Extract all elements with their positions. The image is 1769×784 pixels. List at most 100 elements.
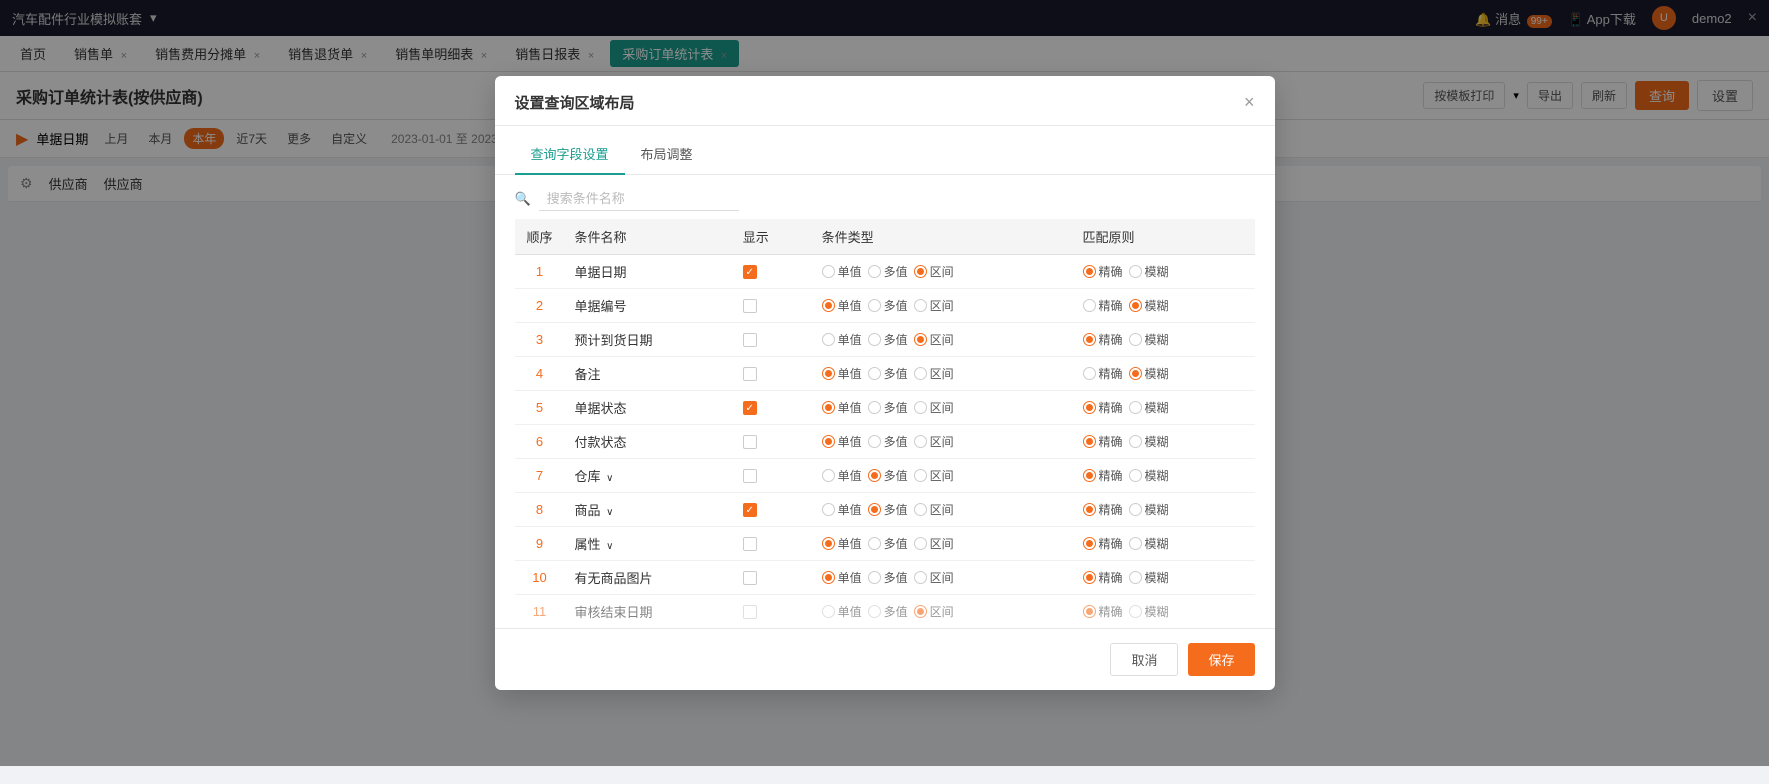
type-single-radio[interactable]: 单值: [822, 501, 862, 518]
type-multi-radio[interactable]: 多值: [868, 399, 908, 416]
row-display[interactable]: [733, 323, 812, 357]
type-single-radio[interactable]: 单值: [822, 331, 862, 348]
match-exact-radio[interactable]: 精确: [1083, 433, 1123, 450]
match-fuzzy-radio[interactable]: 模糊: [1129, 535, 1169, 552]
type-single-radio[interactable]: 单值: [822, 297, 862, 314]
row-display[interactable]: ✓: [733, 391, 812, 425]
match-exact-radio[interactable]: 精确: [1083, 331, 1123, 348]
match-exact-radio[interactable]: 精确: [1083, 467, 1123, 484]
type-range-radio[interactable]: 区间: [914, 535, 954, 552]
type-multi-radio[interactable]: 多值: [868, 331, 908, 348]
match-exact-radio[interactable]: 精确: [1083, 603, 1123, 620]
display-checkbox[interactable]: [743, 435, 757, 449]
match-fuzzy-radio[interactable]: 模糊: [1129, 331, 1169, 348]
match-exact-radio[interactable]: 精确: [1083, 365, 1123, 382]
match-exact-radio[interactable]: 精确: [1083, 263, 1123, 280]
radio-exact-dot: [1083, 299, 1096, 312]
type-range-radio[interactable]: 区间: [914, 433, 954, 450]
display-checkbox[interactable]: [743, 367, 757, 381]
match-fuzzy-radio[interactable]: 模糊: [1129, 569, 1169, 586]
radio-multi-dot: [868, 333, 881, 346]
match-exact-radio[interactable]: 精确: [1083, 297, 1123, 314]
row-display[interactable]: ✓: [733, 255, 812, 289]
radio-multi-dot: [868, 605, 881, 618]
type-single-radio[interactable]: 单值: [822, 603, 862, 620]
type-range-radio[interactable]: 区间: [914, 399, 954, 416]
row-type: 单值 多值 区间: [812, 255, 1073, 289]
row-display[interactable]: ✓: [733, 493, 812, 527]
type-range-radio[interactable]: 区间: [914, 603, 954, 620]
type-multi-radio[interactable]: 多值: [868, 603, 908, 620]
save-button[interactable]: 保存: [1188, 643, 1254, 676]
match-fuzzy-radio[interactable]: 模糊: [1129, 365, 1169, 382]
row-order: 10: [515, 561, 565, 595]
match-exact-radio[interactable]: 精确: [1083, 535, 1123, 552]
display-checkbox[interactable]: [743, 537, 757, 551]
radio-exact-dot: [1083, 605, 1096, 618]
row-display[interactable]: [733, 527, 812, 561]
search-input[interactable]: [539, 187, 739, 211]
dialog-close-btn[interactable]: ×: [1244, 92, 1255, 113]
row-order: 7: [515, 459, 565, 493]
display-checkbox[interactable]: ✓: [743, 503, 757, 517]
type-range-radio[interactable]: 区间: [914, 331, 954, 348]
type-multi-radio[interactable]: 多值: [868, 467, 908, 484]
type-single-radio[interactable]: 单值: [822, 365, 862, 382]
type-range-radio[interactable]: 区间: [914, 365, 954, 382]
match-fuzzy-radio[interactable]: 模糊: [1129, 501, 1169, 518]
match-fuzzy-radio[interactable]: 模糊: [1129, 297, 1169, 314]
row-display[interactable]: [733, 357, 812, 391]
type-range-radio[interactable]: 区间: [914, 501, 954, 518]
type-range-radio[interactable]: 区间: [914, 467, 954, 484]
type-multi-radio[interactable]: 多值: [868, 501, 908, 518]
dialog-tab-layout[interactable]: 布局调整: [625, 138, 709, 175]
type-range-radio[interactable]: 区间: [914, 263, 954, 280]
match-exact-radio[interactable]: 精确: [1083, 399, 1123, 416]
type-multi-radio[interactable]: 多值: [868, 433, 908, 450]
type-single-radio[interactable]: 单值: [822, 263, 862, 280]
row-name: 属性 ∨: [565, 527, 733, 561]
radio-single-dot: [822, 469, 835, 482]
type-single-radio[interactable]: 单值: [822, 433, 862, 450]
type-multi-radio[interactable]: 多值: [868, 263, 908, 280]
match-fuzzy-radio[interactable]: 模糊: [1129, 263, 1169, 280]
row-name: 有无商品图片: [565, 561, 733, 595]
type-single-radio[interactable]: 单值: [822, 467, 862, 484]
display-checkbox[interactable]: [743, 299, 757, 313]
type-range-radio[interactable]: 区间: [914, 297, 954, 314]
row-display[interactable]: [733, 289, 812, 323]
display-checkbox[interactable]: ✓: [743, 401, 757, 415]
type-single-radio[interactable]: 单值: [822, 399, 862, 416]
type-range-radio[interactable]: 区间: [914, 569, 954, 586]
match-fuzzy-radio[interactable]: 模糊: [1129, 399, 1169, 416]
type-multi-radio[interactable]: 多值: [868, 535, 908, 552]
match-fuzzy-radio[interactable]: 模糊: [1129, 433, 1169, 450]
row-display[interactable]: [733, 425, 812, 459]
display-checkbox[interactable]: [743, 571, 757, 585]
match-exact-radio[interactable]: 精确: [1083, 501, 1123, 518]
display-checkbox[interactable]: [743, 469, 757, 483]
row-type: 单值 多值 区间: [812, 425, 1073, 459]
th-order: 顺序: [515, 219, 565, 255]
match-exact-radio[interactable]: 精确: [1083, 569, 1123, 586]
display-checkbox[interactable]: [743, 605, 757, 619]
row-display[interactable]: [733, 459, 812, 493]
display-checkbox[interactable]: ✓: [743, 265, 757, 279]
table-row: 8 商品 ∨ ✓ 单值: [515, 493, 1255, 527]
cancel-button[interactable]: 取消: [1110, 643, 1178, 676]
dialog-tab-query-fields[interactable]: 查询字段设置: [515, 138, 625, 175]
match-fuzzy-radio[interactable]: 模糊: [1129, 467, 1169, 484]
type-multi-radio[interactable]: 多值: [868, 569, 908, 586]
radio-single-dot: [822, 571, 835, 584]
radio-multi-dot: [868, 537, 881, 550]
display-checkbox[interactable]: [743, 333, 757, 347]
type-multi-radio[interactable]: 多值: [868, 297, 908, 314]
match-fuzzy-radio[interactable]: 模糊: [1129, 603, 1169, 620]
row-name: 商品 ∨: [565, 493, 733, 527]
type-single-radio[interactable]: 单值: [822, 535, 862, 552]
type-multi-radio[interactable]: 多值: [868, 365, 908, 382]
dialog-table-wrap: 顺序 条件名称 显示 条件类型 匹配原则 1 单据日期 ✓: [495, 219, 1275, 628]
row-display[interactable]: [733, 561, 812, 595]
type-single-radio[interactable]: 单值: [822, 569, 862, 586]
row-display[interactable]: [733, 595, 812, 629]
